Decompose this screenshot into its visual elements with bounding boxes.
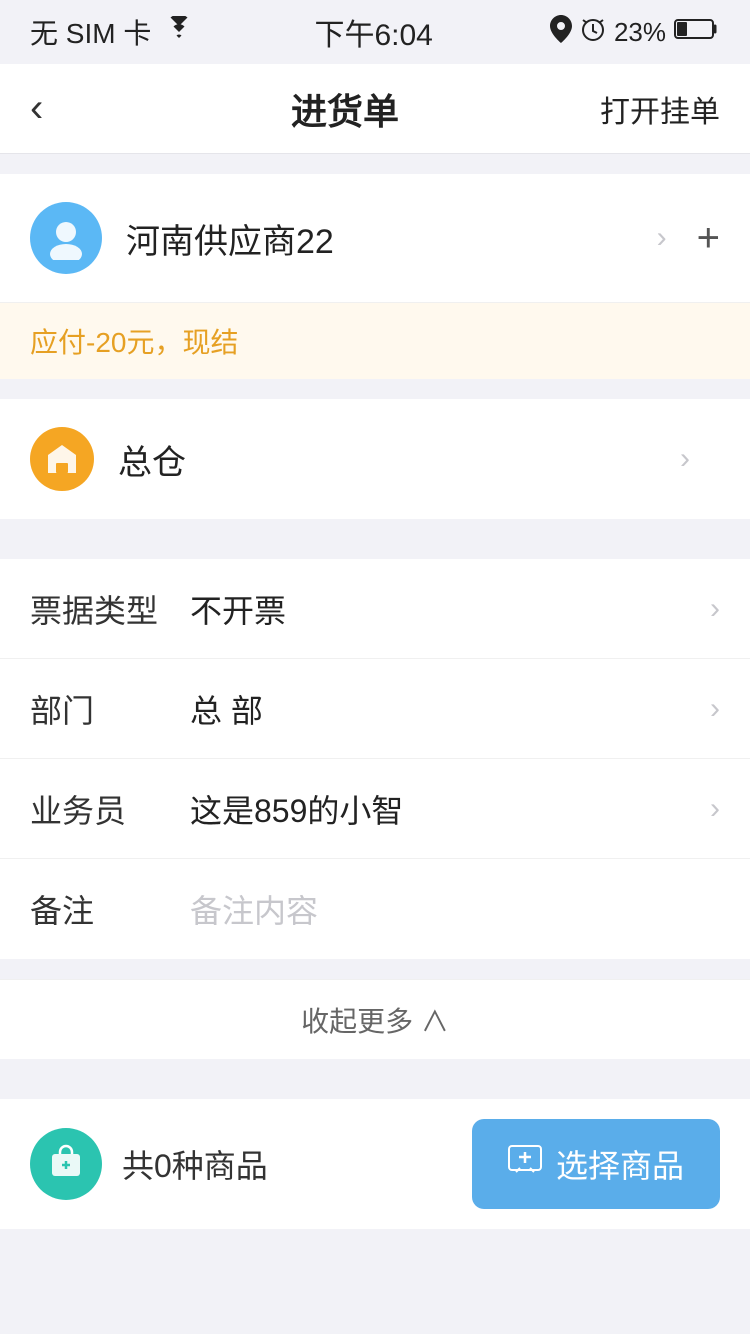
select-product-button[interactable]: 选择商品 — [472, 1119, 720, 1209]
battery-text: 23% — [614, 17, 666, 48]
location-icon — [550, 15, 572, 50]
status-right-icons: 23% — [550, 15, 720, 50]
collapse-row[interactable]: 收起更多 ∧ — [0, 979, 750, 1059]
supplier-name: 河南供应商22 — [126, 214, 657, 263]
divider-3 — [0, 519, 750, 539]
back-button[interactable]: ‹ — [30, 86, 90, 131]
divider-2 — [0, 379, 750, 399]
product-icon — [30, 1128, 102, 1200]
open-pending-button[interactable]: 打开挂单 — [600, 87, 720, 131]
battery-icon — [674, 17, 720, 48]
bottom-bar: 共0种商品 选择商品 — [0, 1099, 750, 1229]
salesperson-value: 这是859的小智 — [170, 786, 710, 832]
remark-label: 备注 — [30, 886, 170, 932]
salesperson-chevron-icon: › — [710, 792, 720, 826]
page-title: 进货单 — [291, 83, 399, 135]
supplier-chevron-icon: › — [657, 221, 667, 255]
select-product-label: 选择商品 — [556, 1141, 684, 1187]
status-time: 下午6:04 — [314, 10, 432, 54]
remark-input[interactable]: 备注内容 — [170, 886, 720, 932]
invoice-row[interactable]: 票据类型 不开票 › — [0, 559, 750, 659]
divider-4 — [0, 1059, 750, 1079]
department-row[interactable]: 部门 总 部 › — [0, 659, 750, 759]
salesperson-row[interactable]: 业务员 这是859的小智 › — [0, 759, 750, 859]
department-chevron-icon: › — [710, 692, 720, 726]
nav-bar: ‹ 进货单 打开挂单 — [0, 64, 750, 154]
supplier-section: 河南供应商22 › + 应付-20元，现结 — [0, 174, 750, 379]
carrier-text: 无 SIM 卡 — [30, 12, 151, 52]
alarm-icon — [580, 15, 606, 50]
warehouse-section[interactable]: 总仓 › — [0, 399, 750, 519]
product-count: 共0种商品 — [122, 1141, 452, 1187]
select-product-icon — [508, 1145, 542, 1183]
status-bar: 无 SIM 卡 下午6:04 23% — [0, 0, 750, 64]
salesperson-label: 业务员 — [30, 786, 170, 832]
supplier-avatar — [30, 202, 102, 274]
invoice-chevron-icon: › — [710, 592, 720, 626]
department-value: 总 部 — [170, 686, 710, 732]
invoice-value: 不开票 — [170, 586, 710, 632]
department-label: 部门 — [30, 686, 170, 732]
divider-1 — [0, 154, 750, 174]
collapse-label: 收起更多 ∧ — [301, 1000, 449, 1040]
warehouse-name: 总仓 — [118, 435, 680, 484]
supplier-row[interactable]: 河南供应商22 › + — [0, 174, 750, 303]
status-carrier: 无 SIM 卡 — [30, 12, 197, 52]
supplier-notice: 应付-20元，现结 — [0, 303, 750, 379]
add-supplier-button[interactable]: + — [697, 216, 720, 261]
warehouse-icon — [30, 427, 94, 491]
warehouse-row[interactable]: 总仓 › — [0, 399, 750, 519]
invoice-label: 票据类型 — [30, 586, 170, 632]
wifi-icon — [161, 16, 197, 49]
remark-row[interactable]: 备注 备注内容 — [0, 859, 750, 959]
warehouse-chevron-icon: › — [680, 442, 690, 476]
form-section: 票据类型 不开票 › 部门 总 部 › 业务员 这是859的小智 › 备注 备注… — [0, 559, 750, 959]
